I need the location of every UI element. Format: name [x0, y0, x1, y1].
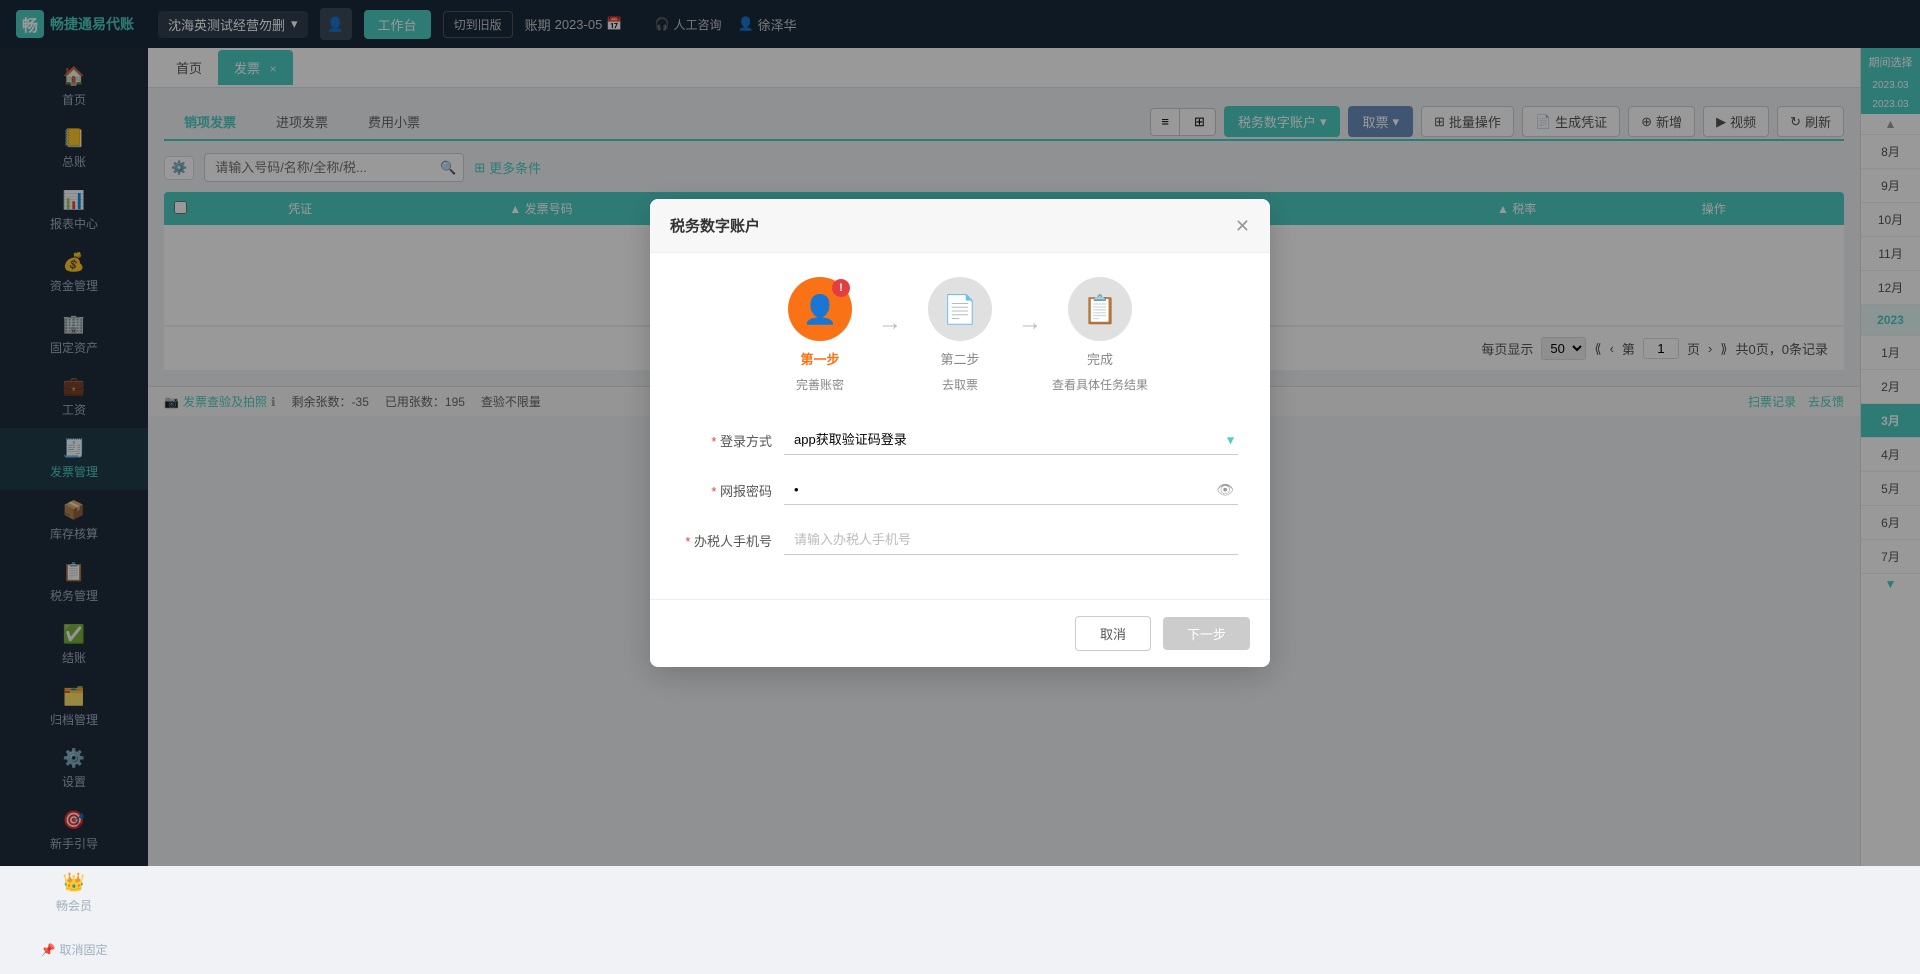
- step-3: 📋 完成 查看具体任务结果: [1050, 277, 1150, 393]
- sidebar-bottom: 📌 取消固定: [0, 924, 148, 974]
- tax-digital-modal: 税务数字账户 ✕ 👤 ! 第一步 完善账密 →: [650, 199, 1270, 667]
- login-method-select[interactable]: app获取验证码登录 账号密码登录: [784, 425, 1238, 455]
- step1-badge: !: [832, 279, 850, 297]
- login-method-control: app获取验证码登录 账号密码登录 ▾: [784, 425, 1238, 455]
- sidebar-item-label: 畅会员: [56, 897, 92, 914]
- phone-input[interactable]: [784, 525, 1238, 555]
- toggle-label: 取消固定: [59, 941, 107, 958]
- step-1: 👤 ! 第一步 完善账密: [770, 277, 870, 393]
- step-arrow-1: →: [878, 309, 902, 337]
- step2-icon: 📄: [928, 277, 992, 341]
- step-2: 📄 第二步 去取票: [910, 277, 1010, 393]
- phone-label: 办税人手机号: [682, 531, 772, 550]
- sidebar-toggle[interactable]: 📌 取消固定: [0, 933, 148, 966]
- step1-icon: 👤 !: [788, 277, 852, 341]
- phone-control: [784, 525, 1238, 555]
- member-icon: 👑: [63, 872, 85, 893]
- step2-label: 第二步: [940, 349, 979, 368]
- step3-label: 完成: [1087, 349, 1113, 368]
- form-row-phone: 办税人手机号: [682, 525, 1238, 555]
- modal-footer: 取消 下一步: [650, 599, 1270, 667]
- cancel-button[interactable]: 取消: [1075, 616, 1151, 651]
- modal-header: 税务数字账户 ✕: [650, 199, 1270, 253]
- step1-label: 第一步: [800, 349, 839, 368]
- eye-icon[interactable]: 👁: [1216, 482, 1234, 499]
- form-row-password: 网报密码 👁: [682, 475, 1238, 505]
- modal-form: 登录方式 app获取验证码登录 账号密码登录 ▾ 网报密码 👁: [682, 425, 1238, 555]
- step1-desc: 完善账密: [796, 376, 844, 393]
- modal-close-button[interactable]: ✕: [1235, 217, 1250, 235]
- step3-desc: 查看具体任务结果: [1052, 376, 1148, 393]
- form-row-login-method: 登录方式 app获取验证码登录 账号密码登录 ▾: [682, 425, 1238, 455]
- pin-icon: 📌: [41, 943, 56, 957]
- modal-title: 税务数字账户: [670, 215, 760, 236]
- login-method-label: 登录方式: [682, 431, 772, 450]
- step3-icon: 📋: [1068, 277, 1132, 341]
- step-arrow-2: →: [1018, 309, 1042, 337]
- modal-body: 👤 ! 第一步 完善账密 → 📄 第二步 去取票 →: [650, 253, 1270, 599]
- step2-desc: 去取票: [942, 376, 978, 393]
- password-control: 👁: [784, 475, 1238, 505]
- next-button[interactable]: 下一步: [1163, 617, 1250, 650]
- modal-overlay: 税务数字账户 ✕ 👤 ! 第一步 完善账密 →: [0, 0, 1920, 866]
- password-label: 网报密码: [682, 481, 772, 500]
- password-input[interactable]: [784, 475, 1238, 505]
- steps-indicator: 👤 ! 第一步 完善账密 → 📄 第二步 去取票 →: [682, 277, 1238, 393]
- sidebar-item-member[interactable]: 👑 畅会员: [0, 862, 148, 924]
